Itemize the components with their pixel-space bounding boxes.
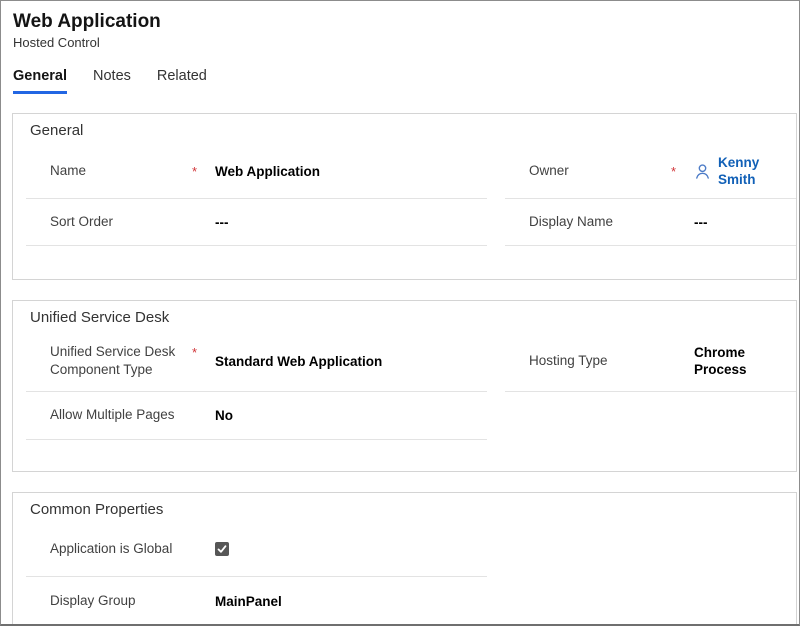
field-row-hosting-type: Hosting Type Chrome Process	[505, 331, 796, 392]
form-header: Web Application Hosted Control	[1, 1, 799, 51]
empty-cell	[505, 577, 796, 624]
empty-cell	[505, 392, 796, 440]
section-general-title: General	[30, 122, 84, 139]
section-common-properties-fields: Application is Global Display Group Main…	[26, 523, 796, 624]
owner-link[interactable]: Kenny Smith	[718, 154, 796, 188]
field-row-display-name: Display Name ---	[505, 199, 796, 246]
field-application-is-global-label: Application is Global	[50, 541, 173, 557]
field-row-component-type: Unified Service Desk Component Type * St…	[26, 331, 487, 392]
application-is-global-checkbox[interactable]	[215, 542, 229, 556]
field-row-sort-order: Sort Order ---	[26, 199, 487, 246]
field-sort-order-value[interactable]: ---	[215, 214, 229, 231]
section-unified-service-desk: Unified Service Desk Unified Service Des…	[12, 300, 797, 472]
page-title: Web Application	[13, 11, 161, 32]
section-common-properties: Common Properties Application is Global	[12, 492, 797, 624]
section-usd-fields: Unified Service Desk Component Type * St…	[26, 331, 796, 440]
field-allow-multiple-pages-value[interactable]: No	[215, 407, 233, 424]
tab-related[interactable]: Related	[157, 67, 207, 94]
required-asterisk: *	[192, 163, 198, 179]
form-body: General Name * Web Application Owner * K…	[1, 113, 799, 624]
field-hosting-type-label: Hosting Type	[529, 352, 608, 368]
field-display-group-value[interactable]: MainPanel	[215, 593, 282, 610]
field-display-group-label: Display Group	[50, 592, 136, 608]
field-owner-label: Owner	[529, 162, 569, 178]
page-subtitle: Hosted Control	[13, 35, 100, 50]
field-display-name-value[interactable]: ---	[694, 214, 708, 231]
section-usd-title: Unified Service Desk	[30, 309, 170, 326]
field-row-allow-multiple-pages: Allow Multiple Pages No	[26, 392, 487, 440]
field-component-type-label: Unified Service Desk Component Type	[50, 343, 176, 377]
field-name-label: Name	[50, 162, 87, 178]
section-general-fields: Name * Web Application Owner * Kenny Smi…	[26, 144, 796, 246]
field-application-is-global-value	[215, 541, 229, 558]
field-component-type-value[interactable]: Standard Web Application	[215, 353, 382, 370]
empty-cell	[505, 523, 796, 577]
section-general: General Name * Web Application Owner * K…	[12, 113, 797, 280]
field-row-application-is-global: Application is Global	[26, 523, 487, 577]
field-name-value[interactable]: Web Application	[215, 163, 320, 180]
tab-bar: General Notes Related	[13, 67, 799, 94]
person-icon	[694, 163, 711, 180]
section-common-properties-title: Common Properties	[30, 501, 164, 518]
field-row-name: Name * Web Application	[26, 144, 487, 199]
field-sort-order-label: Sort Order	[50, 213, 114, 229]
tab-notes[interactable]: Notes	[93, 67, 131, 94]
field-allow-multiple-pages-label: Allow Multiple Pages	[50, 407, 175, 423]
field-hosting-type-value[interactable]: Chrome Process	[694, 344, 796, 378]
field-row-owner: Owner * Kenny Smith	[505, 144, 796, 199]
hosted-control-form: Web Application Hosted Control General N…	[0, 0, 800, 626]
required-asterisk: *	[192, 345, 198, 360]
required-asterisk: *	[671, 163, 677, 179]
field-display-name-label: Display Name	[529, 213, 614, 229]
field-row-display-group: Display Group MainPanel	[26, 577, 487, 624]
tab-general[interactable]: General	[13, 67, 67, 94]
field-owner-value[interactable]: Kenny Smith	[694, 154, 796, 188]
